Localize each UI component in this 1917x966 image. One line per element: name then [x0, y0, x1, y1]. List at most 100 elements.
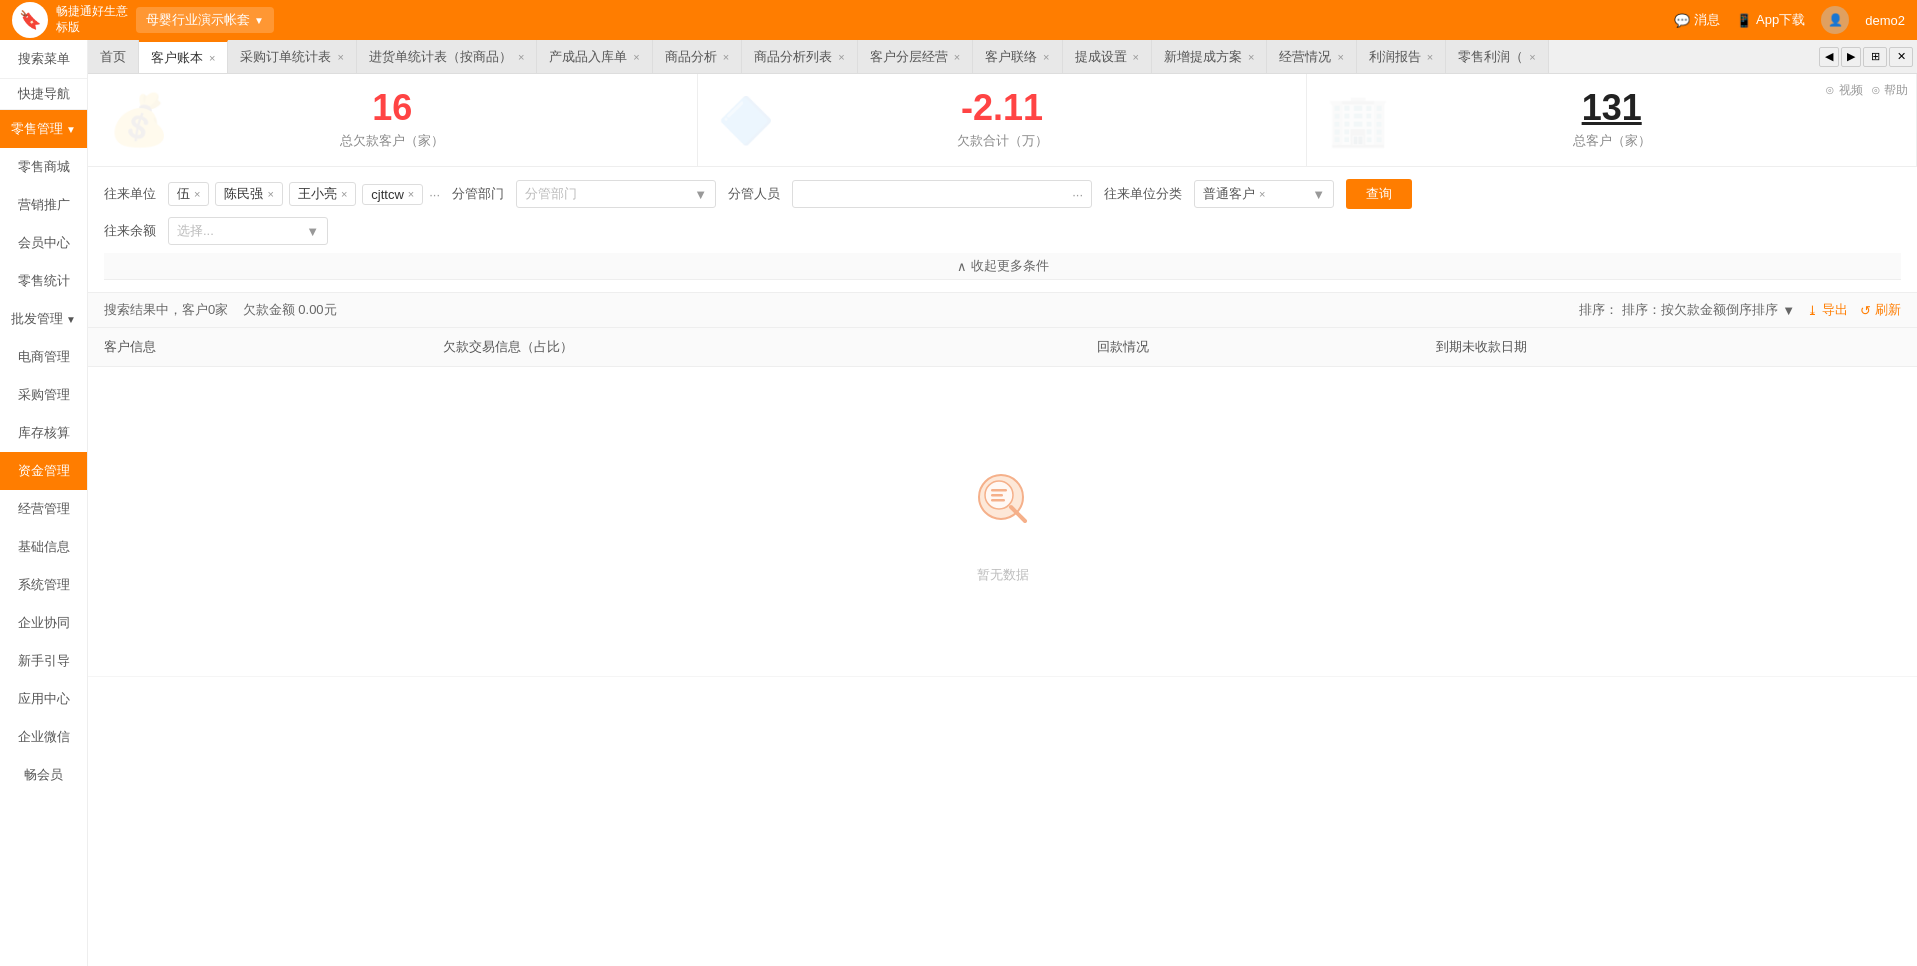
app-download-button[interactable]: 📱 App下载 — [1736, 11, 1805, 29]
tab-add-commission[interactable]: 新增提成方案 × — [1152, 40, 1267, 73]
tab-prev-button[interactable]: ◀ — [1819, 47, 1839, 67]
workspace-selector[interactable]: 母婴行业演示帐套 ▼ — [136, 7, 274, 33]
sidebar-item-operations[interactable]: 经营管理 — [0, 490, 87, 528]
sidebar-item-retail-stats[interactable]: 零售统计 — [0, 262, 87, 300]
more-tags-btn[interactable]: ··· — [429, 187, 440, 202]
sidebar-item-system[interactable]: 系统管理 — [0, 566, 87, 604]
sidebar-item-enterprise[interactable]: 企业协同 — [0, 604, 87, 642]
sidebar-search[interactable]: 搜索菜单 — [0, 40, 87, 79]
sidebar-item-ecommerce[interactable]: 电商管理 — [0, 338, 87, 376]
person-selector[interactable]: ··· — [792, 180, 1092, 208]
tab-close-all-button[interactable]: ✕ — [1889, 47, 1913, 67]
tab-customer-ledger[interactable]: 客户账本 × — [139, 40, 228, 73]
collapse-button[interactable]: ∧ 收起更多条件 — [957, 257, 1049, 275]
close-icon[interactable]: × — [723, 51, 729, 63]
export-button[interactable]: ⤓ 导出 — [1807, 301, 1848, 319]
stat-label-debtors: 总欠款客户（家） — [340, 132, 444, 150]
sidebar-item-wechat[interactable]: 企业微信 — [0, 718, 87, 756]
filter-row-2: 往来余额 选择... ▼ — [104, 217, 1901, 245]
sidebar-item-member[interactable]: 畅会员 — [0, 756, 87, 794]
close-icon[interactable]: × — [1248, 51, 1254, 63]
filter-tag-cj: cjttcw × — [362, 184, 423, 205]
close-icon[interactable]: × — [633, 51, 639, 63]
sidebar-item-guide[interactable]: 新手引导 — [0, 642, 87, 680]
sidebar-item-member-center[interactable]: 会员中心 — [0, 224, 87, 262]
export-icon: ⤓ — [1807, 303, 1818, 318]
close-icon[interactable]: × — [954, 51, 960, 63]
col-header-customer: 客户信息 — [88, 328, 427, 367]
svg-rect-4 — [991, 494, 1003, 497]
stat-value-customers: 131 — [1582, 90, 1642, 126]
remove-unit-class[interactable]: × — [1259, 188, 1265, 200]
dept-selector[interactable]: 分管部门 ▼ — [516, 180, 716, 208]
chevron-down-icon: ▼ — [1782, 303, 1795, 318]
tab-commission-settings[interactable]: 提成设置 × — [1063, 40, 1152, 73]
unit-filter-label: 往来单位 — [104, 185, 156, 203]
sidebar-item-base-info[interactable]: 基础信息 — [0, 528, 87, 566]
filter-tag-wu: 伍 × — [168, 182, 209, 206]
close-icon[interactable]: × — [1337, 51, 1343, 63]
remove-tag-chen[interactable]: × — [267, 188, 273, 200]
unit-class-selector[interactable]: 普通客户 × ▼ — [1194, 180, 1334, 208]
tab-profit-report[interactable]: 利润报告 × — [1357, 40, 1446, 73]
sidebar-item-retail-mall[interactable]: 零售商城 — [0, 148, 87, 186]
tab-product-analysis[interactable]: 商品分析 × — [653, 40, 742, 73]
sidebar-item-app-center[interactable]: 应用中心 — [0, 680, 87, 718]
tab-operations[interactable]: 经营情况 × — [1267, 40, 1356, 73]
sidebar-item-retail[interactable]: 零售管理 ▼ — [0, 110, 87, 148]
remove-tag-cj[interactable]: × — [408, 188, 414, 200]
avatar[interactable]: 👤 — [1821, 6, 1849, 34]
collapse-row: ∧ 收起更多条件 — [104, 253, 1901, 280]
tab-next-button[interactable]: ▶ — [1841, 47, 1861, 67]
tab-customer-tier[interactable]: 客户分层经营 × — [858, 40, 973, 73]
help-link[interactable]: ⊙ 帮助 — [1871, 82, 1908, 99]
stat-bg-icon-debt: 🔷 — [718, 94, 774, 147]
right-actions: 排序： 排序：按欠款金额倒序排序 ▼ ⤓ 导出 ↺ 刷新 — [1579, 301, 1901, 319]
ellipsis-icon: ··· — [1072, 187, 1083, 202]
filter-tag-chen: 陈民强 × — [215, 182, 282, 206]
sort-selector[interactable]: 排序： 排序：按欠款金额倒序排序 ▼ — [1579, 301, 1795, 319]
tab-customer-contact[interactable]: 客户联络 × — [973, 40, 1062, 73]
close-icon[interactable]: × — [518, 51, 524, 63]
close-icon[interactable]: × — [838, 51, 844, 63]
close-icon[interactable]: × — [209, 52, 215, 64]
filter-tags: 伍 × 陈民强 × 王小亮 × — [168, 182, 440, 206]
tab-retail-profit[interactable]: 零售利润（ × — [1446, 40, 1548, 73]
search-button[interactable]: 查询 — [1346, 179, 1412, 209]
tab-purchase-order-stats[interactable]: 采购订单统计表 × — [228, 40, 356, 73]
close-icon[interactable]: × — [337, 51, 343, 63]
tab-expand-button[interactable]: ⊞ — [1863, 47, 1887, 67]
refresh-button[interactable]: ↺ 刷新 — [1860, 301, 1901, 319]
message-button[interactable]: 💬 消息 — [1674, 11, 1720, 29]
balance-selector[interactable]: 选择... ▼ — [168, 217, 328, 245]
tab-purchase-stats-by-product[interactable]: 进货单统计表（按商品） × — [357, 40, 537, 73]
sidebar-quick-nav[interactable]: 快捷导航 — [0, 79, 87, 110]
chevron-down-icon: ▼ — [694, 187, 707, 202]
sidebar-item-marketing[interactable]: 营销推广 — [0, 186, 87, 224]
close-icon[interactable]: × — [1427, 51, 1433, 63]
stat-value-debtors: 16 — [372, 90, 412, 126]
stat-label-customers: 总客户（家） — [1573, 132, 1651, 150]
sidebar-item-wholesale[interactable]: 批发管理 ▼ — [0, 300, 87, 338]
sidebar-item-finance[interactable]: 资金管理 — [0, 452, 87, 490]
close-icon[interactable]: × — [1133, 51, 1139, 63]
stat-bg-icon-customers: 🏢 — [1327, 91, 1389, 149]
remove-tag-wang[interactable]: × — [341, 188, 347, 200]
video-link[interactable]: ⊙ 视频 — [1825, 82, 1862, 99]
page-content: 💰 16 总欠款客户（家） 🔷 -2.11 欠款合计（万） 🏢 131 总客户（… — [88, 74, 1917, 966]
dept-filter-label: 分管部门 — [452, 185, 504, 203]
sidebar-item-inventory[interactable]: 库存核算 — [0, 414, 87, 452]
content-area: 首页 客户账本 × 采购订单统计表 × 进货单统计表（按商品） × 产成品入库单… — [88, 40, 1917, 966]
person-filter-label: 分管人员 — [728, 185, 780, 203]
tab-home[interactable]: 首页 — [88, 40, 139, 73]
tab-bar: 首页 客户账本 × 采购订单统计表 × 进货单统计表（按商品） × 产成品入库单… — [88, 40, 1917, 74]
tab-product-analysis-list[interactable]: 商品分析列表 × — [742, 40, 857, 73]
col-header-debt-info: 欠款交易信息（占比） — [427, 328, 1081, 367]
close-icon[interactable]: × — [1043, 51, 1049, 63]
main-row: 搜索菜单 快捷导航 零售管理 ▼ 零售商城 营销推广 会员中心 零售统计 批发管… — [0, 40, 1917, 966]
arrow-icon: ▼ — [66, 124, 76, 135]
remove-tag-wu[interactable]: × — [194, 188, 200, 200]
tab-product-instock[interactable]: 产成品入库单 × — [537, 40, 652, 73]
sidebar-item-purchase[interactable]: 采购管理 — [0, 376, 87, 414]
close-icon[interactable]: × — [1529, 51, 1535, 63]
